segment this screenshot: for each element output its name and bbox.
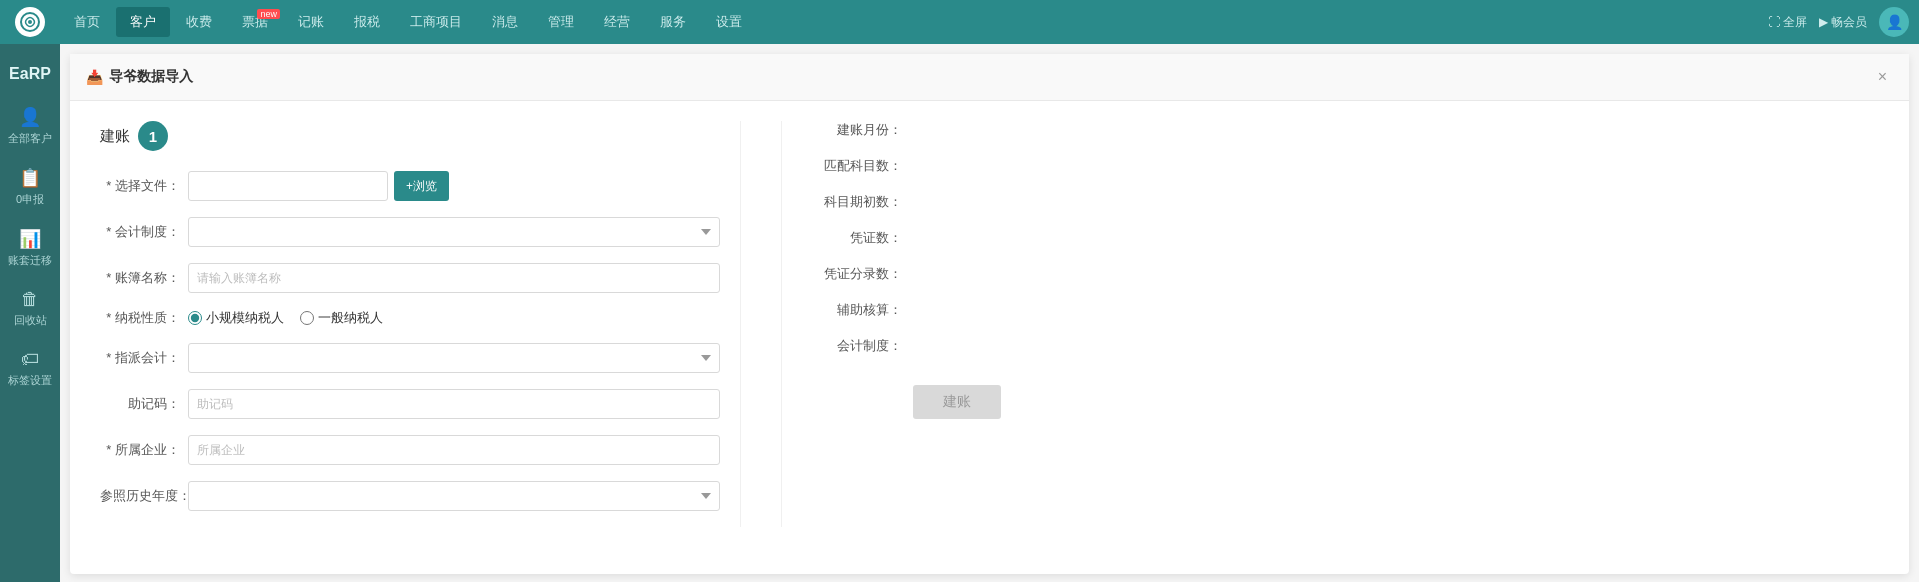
ledger-name-input[interactable] bbox=[188, 263, 720, 293]
nav-item-service[interactable]: 服务 bbox=[646, 7, 700, 37]
nav-menu: 首页 客户 收费 票据 new 记账 报税 工商项目 消息 管理 经营 服务 设… bbox=[60, 7, 1768, 37]
accounting-month-label: 建账月份： bbox=[812, 121, 902, 139]
file-path-input[interactable] bbox=[188, 171, 388, 201]
nav-item-business[interactable]: 工商项目 bbox=[396, 7, 476, 37]
tax-type-label: * 纳税性质： bbox=[100, 309, 180, 327]
info-accounting-system-row: 会计制度： bbox=[812, 337, 1101, 355]
fullscreen-button[interactable]: ⛶ 全屏 bbox=[1768, 14, 1807, 31]
top-nav: 首页 客户 收费 票据 new 记账 报税 工商项目 消息 管理 经营 服务 设… bbox=[0, 0, 1919, 44]
nav-item-client[interactable]: 客户 bbox=[116, 7, 170, 37]
assigned-accountant-row: * 指派会计： bbox=[100, 343, 720, 373]
nav-item-operation[interactable]: 经营 bbox=[590, 7, 644, 37]
company-row: * 所属企业： bbox=[100, 435, 720, 465]
app-logo bbox=[10, 2, 50, 42]
nav-item-manage[interactable]: 管理 bbox=[534, 7, 588, 37]
accounting-month-row: 建账月份： bbox=[812, 121, 1101, 139]
voucher-row: 凭证数： bbox=[812, 229, 1101, 247]
accounting-system-select[interactable] bbox=[188, 217, 720, 247]
voucher-entries-label: 凭证分录数： bbox=[812, 265, 902, 283]
nav-item-home[interactable]: 首页 bbox=[60, 7, 114, 37]
assigned-accountant-label: * 指派会计： bbox=[100, 349, 180, 367]
nav-item-settings[interactable]: 设置 bbox=[702, 7, 756, 37]
modal-close-button[interactable]: × bbox=[1872, 66, 1893, 88]
step-circle: 1 bbox=[138, 121, 168, 151]
match-accounts-row: 匹配科目数： bbox=[812, 157, 1101, 175]
fullscreen-icon: ⛶ bbox=[1768, 15, 1780, 29]
accounting-system-label: * 会计制度： bbox=[100, 223, 180, 241]
all-clients-icon: 👤 bbox=[19, 106, 41, 128]
assigned-accountant-select[interactable] bbox=[188, 343, 720, 373]
ledger-name-row: * 账簿名称： bbox=[100, 263, 720, 293]
nav-item-invoice[interactable]: 票据 new bbox=[228, 7, 282, 37]
modal-body: 建账 1 * 选择文件： +浏览 bbox=[70, 101, 1909, 547]
aux-accounting-label: 辅助核算： bbox=[812, 301, 902, 319]
info-section: 建账月份： 匹配科目数： 科目期初数： 凭证数： bbox=[781, 121, 1101, 527]
logo-icon bbox=[15, 7, 45, 37]
tax-type-small[interactable]: 小规模纳税人 bbox=[188, 309, 284, 327]
sidebar-item-tag-settings[interactable]: 🏷 标签设置 bbox=[3, 341, 57, 396]
company-input[interactable] bbox=[188, 435, 720, 465]
tax-type-general-radio[interactable] bbox=[300, 311, 314, 325]
nav-item-payment[interactable]: 收费 bbox=[172, 7, 226, 37]
modal-header: 📥 导爷数据导入 × bbox=[70, 54, 1909, 101]
sidebar-item-all-clients[interactable]: 👤 全部客户 bbox=[3, 98, 57, 154]
vip-icon: ▶ bbox=[1819, 15, 1828, 29]
vertical-divider bbox=[740, 121, 741, 527]
history-year-label: 参照历史年度： bbox=[100, 487, 180, 505]
nav-item-bookkeeping[interactable]: 记账 bbox=[284, 7, 338, 37]
sidebar-item-recycle[interactable]: 🗑 回收站 bbox=[3, 281, 57, 336]
nav-right: ⛶ 全屏 ▶ 畅会员 👤 bbox=[1768, 7, 1909, 37]
initial-balance-label: 科目期初数： bbox=[812, 193, 902, 211]
tax-type-row: * 纳税性质： 小规模纳税人 一般纳税人 bbox=[100, 309, 720, 327]
tax-type-small-radio[interactable] bbox=[188, 311, 202, 325]
accounting-system-row: * 会计制度： bbox=[100, 217, 720, 247]
svg-point-1 bbox=[28, 20, 32, 24]
company-label: * 所属企业： bbox=[100, 441, 180, 459]
main-layout: EaRP 👤 全部客户 📋 0申报 📊 账套迁移 🗑 回收站 🏷 标签设置 bbox=[0, 44, 1919, 582]
ledger-name-label: * 账簿名称： bbox=[100, 269, 180, 287]
browse-button[interactable]: +浏览 bbox=[394, 171, 449, 201]
nav-item-tax[interactable]: 报税 bbox=[340, 7, 394, 37]
history-year-select[interactable] bbox=[188, 481, 720, 511]
voucher-entries-row: 凭证分录数： bbox=[812, 265, 1101, 283]
nav-item-message[interactable]: 消息 bbox=[478, 7, 532, 37]
step-label: 建账 bbox=[100, 127, 130, 146]
modal-container: 📥 导爷数据导入 × 建账 1 bbox=[70, 54, 1909, 574]
invoice-badge: new bbox=[257, 9, 280, 19]
modal-title-icon: 📥 bbox=[86, 69, 103, 85]
memo-code-row: 助记码： bbox=[100, 389, 720, 419]
tag-settings-icon: 🏷 bbox=[21, 349, 39, 370]
sidebar-brand: EaRP bbox=[4, 54, 56, 93]
sidebar-item-declare[interactable]: 📋 0申报 bbox=[3, 159, 57, 215]
create-account-btn-row: 建账 bbox=[812, 375, 1101, 419]
create-account-button: 建账 bbox=[913, 385, 1001, 419]
migrate-icon: 📊 bbox=[19, 228, 41, 250]
file-selection-row: * 选择文件： +浏览 bbox=[100, 171, 720, 201]
avatar-icon: 👤 bbox=[1886, 14, 1903, 30]
aux-accounting-row: 辅助核算： bbox=[812, 301, 1101, 319]
tax-type-radio-group: 小规模纳税人 一般纳税人 bbox=[188, 309, 383, 327]
declare-icon: 📋 bbox=[19, 167, 41, 189]
file-label: * 选择文件： bbox=[100, 177, 180, 195]
match-accounts-label: 匹配科目数： bbox=[812, 157, 902, 175]
history-year-row: 参照历史年度： bbox=[100, 481, 720, 511]
form-section: 建账 1 * 选择文件： +浏览 bbox=[100, 121, 720, 527]
modal-title: 📥 导爷数据导入 bbox=[86, 68, 193, 86]
voucher-label: 凭证数： bbox=[812, 229, 902, 247]
vip-button[interactable]: ▶ 畅会员 bbox=[1819, 14, 1867, 31]
content-area: 📥 导爷数据导入 × 建账 1 bbox=[60, 44, 1919, 582]
sidebar-item-migrate[interactable]: 📊 账套迁移 bbox=[3, 220, 57, 276]
memo-code-label: 助记码： bbox=[100, 395, 180, 413]
info-accounting-system-label: 会计制度： bbox=[812, 337, 902, 355]
recycle-icon: 🗑 bbox=[21, 289, 39, 310]
sidebar: EaRP 👤 全部客户 📋 0申报 📊 账套迁移 🗑 回收站 🏷 标签设置 bbox=[0, 44, 60, 582]
tax-type-general[interactable]: 一般纳税人 bbox=[300, 309, 383, 327]
memo-code-input[interactable] bbox=[188, 389, 720, 419]
file-input-group: +浏览 bbox=[188, 171, 720, 201]
avatar[interactable]: 👤 bbox=[1879, 7, 1909, 37]
initial-balance-row: 科目期初数： bbox=[812, 193, 1101, 211]
